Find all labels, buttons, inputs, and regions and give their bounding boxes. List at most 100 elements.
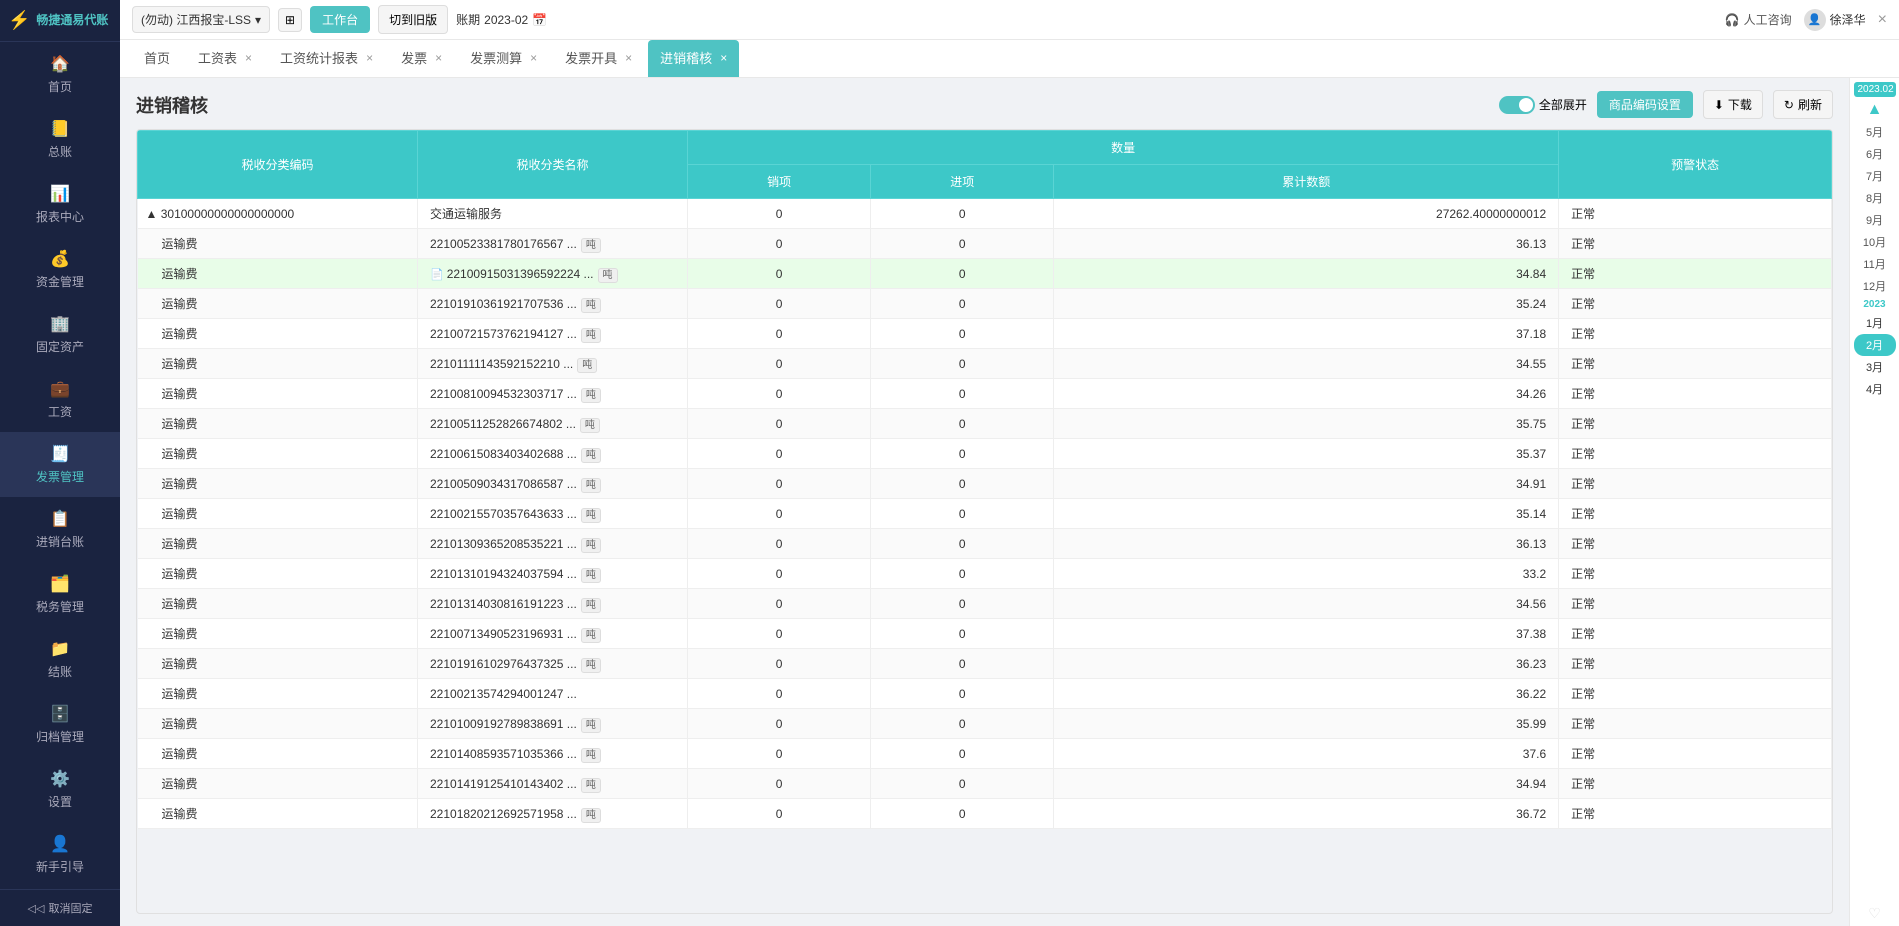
unit-tag: 吨 [581, 748, 601, 763]
support-button[interactable]: 🎧 人工咨询 [1725, 11, 1792, 28]
table-cell-sales: 0 [688, 649, 871, 679]
user-menu[interactable]: 👤 徐泽华 [1804, 9, 1866, 31]
side-panel-month-jul[interactable]: 7月 [1854, 165, 1896, 187]
side-panel-month-feb[interactable]: 2月 [1854, 334, 1896, 356]
table-cell-cumulative: 37.38 [1054, 619, 1559, 649]
side-panel-month-jun[interactable]: 6月 [1854, 143, 1896, 165]
table-cell-invoice: 22100810094532303717 ...吨 [418, 379, 688, 409]
table-cell-purchase: 0 [871, 289, 1054, 319]
sidebar-footer-unpin[interactable]: ◁◁ 取消固定 [0, 889, 120, 926]
table-cell-purchase: 0 [871, 799, 1054, 829]
copy-button[interactable]: ⊞ [278, 8, 302, 32]
close-button[interactable]: × [1878, 11, 1887, 29]
unit-tag: 吨 [581, 628, 601, 643]
tab-home[interactable]: 首页 [132, 40, 182, 77]
tab-salary[interactable]: 工资表 × [186, 40, 264, 77]
tab-salary-close[interactable]: × [245, 51, 252, 65]
table-cell-sales: 0 [688, 589, 871, 619]
sidebar-item-guide[interactable]: 👤 新手引导 [0, 822, 120, 887]
sidebar-item-assets[interactable]: 🏢 固定资产 [0, 302, 120, 367]
table-cell-sales: 0 [688, 559, 871, 589]
headset-icon: 🎧 [1725, 13, 1740, 27]
table-cell-invoice: 📄22100915031396592224 ...吨 [418, 259, 688, 289]
settings-button[interactable]: 商品编码设置 [1597, 91, 1693, 118]
sidebar-item-settings[interactable]: ⚙️ 设置 [0, 757, 120, 822]
side-panel-month-aug[interactable]: 8月 [1854, 187, 1896, 209]
side-panel-month-oct[interactable]: 10月 [1854, 231, 1896, 253]
switch-version-button[interactable]: 切到旧版 [378, 5, 448, 34]
tab-invoice-issue[interactable]: 发票开具 × [553, 40, 644, 77]
table-cell-purchase: 0 [871, 529, 1054, 559]
tab-invoice-calc-close[interactable]: × [530, 51, 537, 65]
table-cell-name: 运输费 [138, 529, 418, 559]
table-cell-invoice: 22101310194324037594 ...吨 [418, 559, 688, 589]
company-selector[interactable]: (勿动) 江西报宝-LSS ▾ [132, 6, 270, 33]
th-sales: 销项 [688, 165, 871, 199]
side-panel-month-may[interactable]: 5月 [1854, 121, 1896, 143]
page-title: 进销稽核 [136, 92, 208, 118]
sidebar-item-purchase-sales[interactable]: 📋 进销台账 [0, 497, 120, 562]
table-cell-status: 正常 [1559, 439, 1832, 469]
table-cell-cumulative: 36.72 [1054, 799, 1559, 829]
sidebar-item-invoice-mgmt[interactable]: 🧾 发票管理 [0, 432, 120, 497]
sidebar-item-close[interactable]: 📁 结账 [0, 627, 120, 692]
expand-toggle-container: 全部展开 [1499, 96, 1587, 114]
table-cell-sales: 0 [688, 439, 871, 469]
sidebar-item-tax[interactable]: 🗂️ 税务管理 [0, 562, 120, 627]
sidebar-item-label: 归档管理 [36, 728, 84, 745]
file-icon: 📄 [430, 269, 444, 281]
table-cell-status: 正常 [1559, 799, 1832, 829]
expand-toggle[interactable] [1499, 96, 1535, 114]
side-panel-month-dec[interactable]: 12月 [1854, 275, 1896, 297]
sidebar-item-reports[interactable]: 📊 报表中心 [0, 172, 120, 237]
side-panel-month-apr[interactable]: 4月 [1854, 378, 1896, 400]
tab-salary-stats[interactable]: 工资统计报表 × [268, 40, 385, 77]
reports-icon: 📊 [50, 184, 70, 204]
tax-icon: 🗂️ [50, 574, 70, 594]
table-cell-purchase: 0 [871, 589, 1054, 619]
tab-invoice-close[interactable]: × [435, 51, 442, 65]
sidebar-item-archive[interactable]: 🗄️ 归档管理 [0, 692, 120, 757]
table-cell-cumulative: 35.14 [1054, 499, 1559, 529]
side-panel-scroll-up[interactable]: ▲ [1867, 101, 1883, 119]
th-quantity-group: 数量 [688, 131, 1559, 165]
table-cell-status: 正常 [1559, 679, 1832, 709]
sidebar-item-salary[interactable]: 💼 工资 [0, 367, 120, 432]
table-cell-purchase: 0 [871, 679, 1054, 709]
main-content: 进销稽核 全部展开 商品编码设置 ⬇ 下载 ↻ 刷新 [120, 78, 1849, 926]
tab-invoice-issue-close[interactable]: × [625, 51, 632, 65]
side-panel-month-jan[interactable]: 1月 [1854, 312, 1896, 334]
tab-invoice-issue-label: 发票开具 [565, 48, 617, 67]
tab-salary-stats-close[interactable]: × [366, 51, 373, 65]
table-cell-purchase: 0 [871, 739, 1054, 769]
tab-purchase-sales-check-close[interactable]: × [720, 51, 727, 65]
side-panel-month-mar[interactable]: 3月 [1854, 356, 1896, 378]
tab-purchase-sales-check[interactable]: 进销稽核 × [648, 40, 739, 77]
side-panel-month-nov[interactable]: 11月 [1854, 253, 1896, 275]
side-panel-month-sep[interactable]: 9月 [1854, 209, 1896, 231]
table-cell-sales: 0 [688, 799, 871, 829]
workbench-button[interactable]: 工作台 [310, 6, 370, 33]
table-cell-purchase: 0 [871, 409, 1054, 439]
table-cell-status: 正常 [1559, 559, 1832, 589]
unit-tag: 吨 [598, 268, 618, 283]
tab-invoice-label: 发票 [401, 48, 427, 67]
table-cell-sales: 0 [688, 319, 871, 349]
table-cell-status: 正常 [1559, 529, 1832, 559]
download-button[interactable]: ⬇ 下载 [1703, 90, 1763, 119]
sidebar-item-finance[interactable]: 💰 资金管理 [0, 237, 120, 302]
tab-invoice-calc[interactable]: 发票测算 × [458, 40, 549, 77]
table-cell-name: 交通运输服务 [418, 199, 688, 229]
calendar-icon[interactable]: 📅 [532, 13, 547, 27]
sidebar-item-home[interactable]: 🏠 首页 [0, 42, 120, 107]
sidebar: ⚡ 畅捷通易代账 🏠 首页 📒 总账 📊 报表中心 💰 资金管理 🏢 固定资产 … [0, 0, 120, 926]
tab-invoice[interactable]: 发票 × [389, 40, 454, 77]
unit-tag: 吨 [581, 718, 601, 733]
side-panel-heart-icon[interactable]: ♡ [1868, 905, 1881, 922]
table-cell-purchase: 0 [871, 379, 1054, 409]
expand-triangle-icon[interactable]: ▲ [146, 207, 161, 221]
topbar-right: 🎧 人工咨询 👤 徐泽华 × [1725, 9, 1887, 31]
sidebar-item-ledger[interactable]: 📒 总账 [0, 107, 120, 172]
refresh-button[interactable]: ↻ 刷新 [1773, 90, 1833, 119]
table-cell-purchase: 0 [871, 319, 1054, 349]
